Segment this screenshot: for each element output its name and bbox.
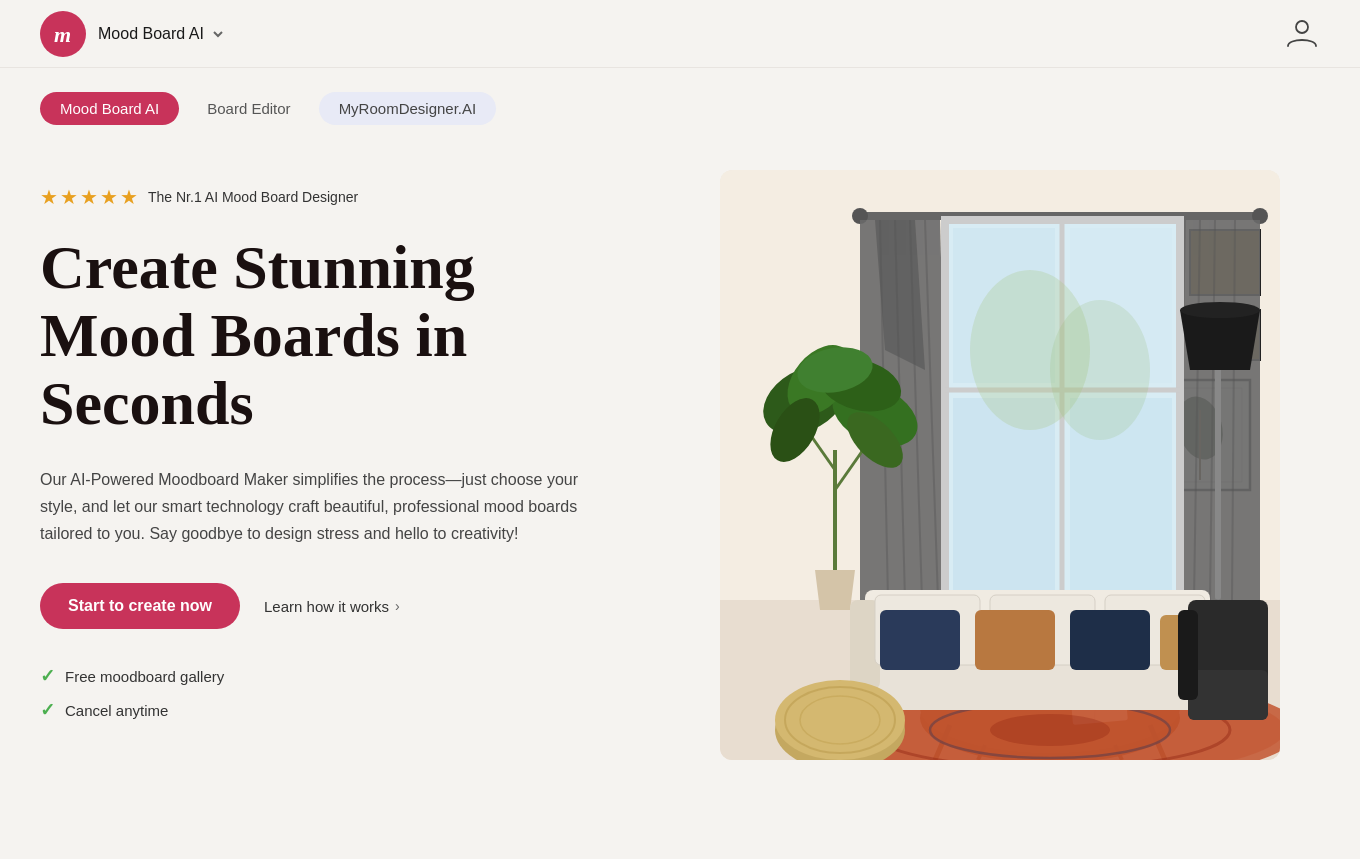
rating-label: The Nr.1 AI Mood Board Designer	[148, 189, 358, 205]
rating-row: ★ ★ ★ ★ ★ The Nr.1 AI Mood Board Designe…	[40, 185, 620, 209]
brand-name: Mood Board AI	[98, 25, 204, 43]
start-create-button[interactable]: Start to create now	[40, 583, 240, 629]
svg-point-71	[990, 714, 1110, 746]
user-account-button[interactable]	[1284, 14, 1320, 54]
arrow-right-icon: ›	[395, 598, 400, 614]
feature-text-1: Free moodboard gallery	[65, 668, 224, 685]
svg-point-39	[1050, 300, 1150, 440]
svg-point-87	[775, 680, 905, 760]
tab-mood-board-ai[interactable]: Mood Board AI	[40, 92, 179, 125]
svg-rect-81	[1070, 610, 1150, 670]
svg-point-1	[1296, 21, 1308, 33]
hero-right	[680, 165, 1320, 765]
star-1: ★	[40, 185, 58, 209]
star-2: ★	[60, 185, 78, 209]
learn-how-label: Learn how it works	[264, 598, 389, 615]
user-icon	[1284, 14, 1320, 50]
stars: ★ ★ ★ ★ ★	[40, 185, 138, 209]
learn-how-link[interactable]: Learn how it works ›	[264, 598, 400, 615]
nav-brand[interactable]: Mood Board AI	[98, 25, 226, 43]
room-illustration	[720, 170, 1280, 760]
star-3: ★	[80, 185, 98, 209]
hero-heading: Create Stunning Mood Boards in Seconds	[40, 233, 620, 438]
svg-rect-79	[880, 610, 960, 670]
svg-rect-85	[1178, 610, 1198, 700]
svg-point-44	[1180, 302, 1260, 318]
feature-text-2: Cancel anytime	[65, 702, 168, 719]
site-header: m Mood Board AI	[0, 0, 1360, 68]
check-icon-1: ✓	[40, 665, 55, 687]
check-icon-2: ✓	[40, 699, 55, 721]
cta-row: Start to create now Learn how it works ›	[40, 583, 620, 629]
star-5: ★	[120, 185, 138, 209]
svg-rect-84	[1188, 670, 1268, 720]
svg-text:m: m	[54, 22, 71, 47]
feature-item-1: ✓ Free moodboard gallery	[40, 665, 620, 687]
hero-description: Our AI-Powered Moodboard Maker simplifie…	[40, 466, 580, 548]
nav-tabs: Mood Board AI Board Editor MyRoomDesigne…	[0, 68, 1360, 145]
logo[interactable]: m	[40, 11, 86, 57]
hero-left: ★ ★ ★ ★ ★ The Nr.1 AI Mood Board Designe…	[40, 165, 620, 721]
main-content: ★ ★ ★ ★ ★ The Nr.1 AI Mood Board Designe…	[0, 145, 1360, 859]
header-left: m Mood Board AI	[40, 11, 226, 57]
tab-board-editor[interactable]: Board Editor	[187, 92, 310, 125]
room-svg	[720, 170, 1280, 760]
tab-my-room-designer[interactable]: MyRoomDesigner.AI	[319, 92, 497, 125]
svg-rect-80	[975, 610, 1055, 670]
feature-item-2: ✓ Cancel anytime	[40, 699, 620, 721]
features-list: ✓ Free moodboard gallery ✓ Cancel anytim…	[40, 665, 620, 721]
chevron-down-icon	[210, 26, 226, 42]
star-4: ★	[100, 185, 118, 209]
